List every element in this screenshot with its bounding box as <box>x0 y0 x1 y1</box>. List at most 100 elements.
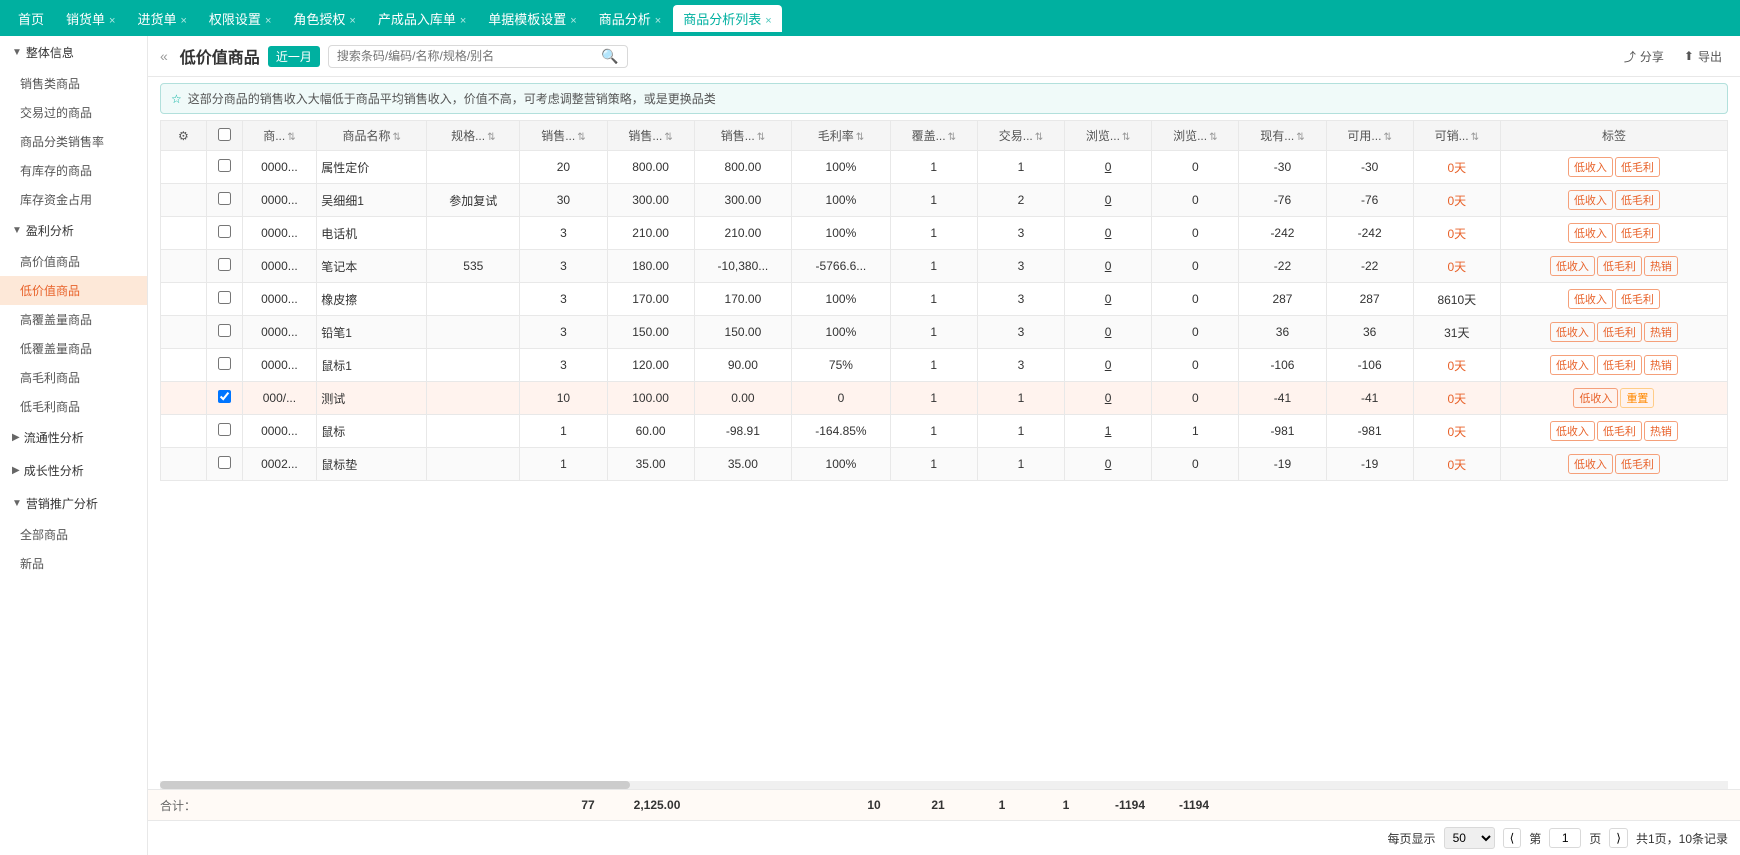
page-input[interactable] <box>1549 828 1581 848</box>
sidebar-group-marketing[interactable]: ▼ 营销推广分析 <box>0 487 147 520</box>
sidebar-item-new-goods[interactable]: 新品 <box>0 549 147 578</box>
nav-close-5[interactable]: × <box>460 15 466 27</box>
cell-sale2: 120.00 <box>607 349 694 382</box>
tag-label: 热销 <box>1644 421 1678 441</box>
row-checkbox[interactable] <box>218 324 231 337</box>
search-icon[interactable]: 🔍 <box>601 48 618 65</box>
col-settings[interactable]: ⚙ <box>161 121 207 151</box>
nav-close-1[interactable]: × <box>109 15 115 27</box>
cell-code: 000/... <box>242 382 317 415</box>
table-scroll-bar-inner <box>160 781 630 789</box>
cell-sale2: 170.00 <box>607 283 694 316</box>
cell-spec <box>427 316 520 349</box>
cell-margin: 100% <box>792 316 891 349</box>
nav-purchase-order[interactable]: 进货单× <box>127 5 196 32</box>
nav-product-analysis-list[interactable]: 商品分析列表× <box>673 5 781 32</box>
export-btn[interactable]: ⬆ 导出 <box>1678 46 1728 67</box>
sidebar-item-high-value[interactable]: 高价值商品 <box>0 247 147 276</box>
browse1-link[interactable]: 0 <box>1105 457 1112 471</box>
cell-current: -41 <box>1239 382 1326 415</box>
cell-margin: 100% <box>792 448 891 481</box>
sidebar-group-growth[interactable]: ▶ 成长性分析 <box>0 454 147 487</box>
search-input[interactable] <box>337 49 602 63</box>
sidebar-item-all-goods[interactable]: 全部商品 <box>0 520 147 549</box>
table-row: 0000... 鼠标1 3 120.00 90.00 75% 1 3 0 0 -… <box>161 349 1728 382</box>
browse1-link[interactable]: 0 <box>1105 325 1112 339</box>
nav-close-8[interactable]: × <box>765 15 771 27</box>
cell-trade: 1 <box>977 151 1064 184</box>
row-checkbox[interactable] <box>218 390 231 403</box>
sidebar-collapse-btn[interactable]: « <box>160 48 168 64</box>
browse1-link[interactable]: 0 <box>1105 358 1112 372</box>
nav-permission[interactable]: 权限设置× <box>199 5 281 32</box>
nav-close-7[interactable]: × <box>655 15 661 27</box>
nav-product-in[interactable]: 产成品入库单× <box>368 5 476 32</box>
browse1-link[interactable]: 0 <box>1105 292 1112 306</box>
sidebar-item-sales-goods[interactable]: 销售类商品 <box>0 69 147 98</box>
table-row: 0002... 鼠标垫 1 35.00 35.00 100% 1 1 0 0 -… <box>161 448 1728 481</box>
cell-sale1: 3 <box>520 250 607 283</box>
next-page-btn[interactable]: ⟩ <box>1609 828 1628 848</box>
cell-code: 0000... <box>242 184 317 217</box>
tag-label: 低收入 <box>1550 355 1595 375</box>
row-checkbox[interactable] <box>218 456 231 469</box>
browse1-link[interactable]: 0 <box>1105 226 1112 240</box>
browse1-link[interactable]: 0 <box>1105 391 1112 405</box>
sidebar-group-flow[interactable]: ▶ 流通性分析 <box>0 421 147 454</box>
row-checkbox[interactable] <box>218 423 231 436</box>
cell-checkbox <box>206 151 242 184</box>
nav-close-4[interactable]: × <box>349 15 355 27</box>
nav-role[interactable]: 角色授权× <box>283 5 365 32</box>
row-checkbox[interactable] <box>218 258 231 271</box>
select-all-checkbox[interactable] <box>218 128 231 141</box>
col-available: 可用...⇅ <box>1326 121 1413 151</box>
browse1-link[interactable]: 0 <box>1105 193 1112 207</box>
page-label: 第 <box>1529 830 1541 847</box>
col-checkbox <box>206 121 242 151</box>
footer-browse2: 1 <box>1036 796 1096 814</box>
cell-code: 0000... <box>242 151 317 184</box>
row-checkbox[interactable] <box>218 225 231 238</box>
cell-trade: 3 <box>977 283 1064 316</box>
nav-product-analysis[interactable]: 商品分析× <box>589 5 671 32</box>
nav-sales-order[interactable]: 销货单× <box>56 5 125 32</box>
sidebar-item-category-sales[interactable]: 商品分类销售率 <box>0 127 147 156</box>
first-page-btn[interactable]: ⟨ <box>1503 828 1522 848</box>
share-btn[interactable]: ⤴ 分享 <box>1618 46 1670 67</box>
sidebar-group-profit[interactable]: ▼ 盈利分析 <box>0 214 147 247</box>
nav-close-6[interactable]: × <box>570 15 576 27</box>
browse1-link[interactable]: 1 <box>1105 424 1112 438</box>
row-checkbox[interactable] <box>218 291 231 304</box>
sidebar-item-stock-goods[interactable]: 有库存的商品 <box>0 156 147 185</box>
tag-label: 低毛利 <box>1615 454 1660 474</box>
cell-code: 0000... <box>242 250 317 283</box>
export-icon: ⬆ <box>1684 49 1694 63</box>
sidebar-item-high-cover[interactable]: 高覆盖量商品 <box>0 305 147 334</box>
cell-saleable: 8610天 <box>1413 283 1500 316</box>
cell-name: 属性定价 <box>317 151 427 184</box>
cell-trade: 3 <box>977 217 1064 250</box>
tag-label: 低收入 <box>1550 256 1595 276</box>
sidebar-item-high-margin[interactable]: 高毛利商品 <box>0 363 147 392</box>
nav-close-3[interactable]: × <box>265 15 271 27</box>
footer-settings-spacer <box>208 803 268 807</box>
sidebar-item-low-value[interactable]: 低价值商品 <box>0 276 147 305</box>
time-filter-btn[interactable]: 近一月 <box>268 46 320 67</box>
browse1-link[interactable]: 0 <box>1105 160 1112 174</box>
sidebar-item-low-cover[interactable]: 低覆盖量商品 <box>0 334 147 363</box>
per-page-select[interactable]: 50 100 200 <box>1444 827 1495 849</box>
row-checkbox[interactable] <box>218 192 231 205</box>
nav-close-2[interactable]: × <box>180 15 186 27</box>
sidebar-group-overall[interactable]: ▼ 整体信息 <box>0 36 147 69</box>
nav-template[interactable]: 单据模板设置× <box>478 5 586 32</box>
tag-label: 低收入 <box>1568 190 1613 210</box>
col-sale3: 销售...⇅ <box>694 121 791 151</box>
sidebar-item-traded-goods[interactable]: 交易过的商品 <box>0 98 147 127</box>
nav-home[interactable]: 首页 <box>8 5 54 32</box>
browse1-link[interactable]: 0 <box>1105 259 1112 273</box>
row-checkbox[interactable] <box>218 357 231 370</box>
row-checkbox[interactable] <box>218 159 231 172</box>
sidebar-item-low-margin[interactable]: 低毛利商品 <box>0 392 147 421</box>
tag-label: 低收入 <box>1550 421 1595 441</box>
sidebar-item-stock-capital[interactable]: 库存资金占用 <box>0 185 147 214</box>
